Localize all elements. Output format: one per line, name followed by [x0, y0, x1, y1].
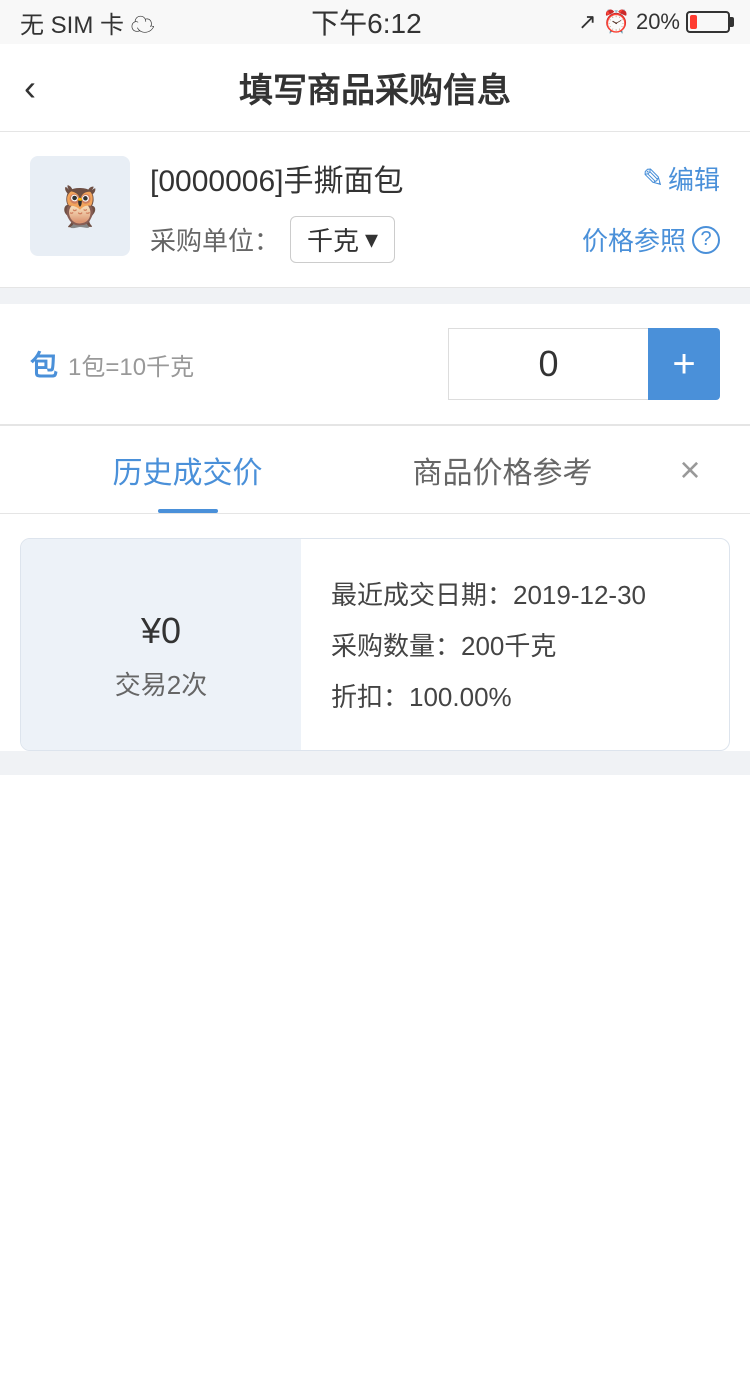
edit-label: 编辑 [668, 160, 720, 197]
help-icon: ? [692, 226, 720, 254]
product-logo-icon: 🦉 [55, 183, 105, 230]
unit-value: 千克 [307, 221, 359, 258]
section-divider [0, 288, 750, 304]
unit-label: 采购单位： [150, 221, 280, 258]
product-header: [0000006]手撕面包 ✎ 编辑 [150, 156, 720, 200]
quantity-input[interactable]: 0 [448, 328, 648, 400]
bottom-panel: 历史成交价 商品价格参考 × ¥0 交易2次 最近成交日期：2019-12-30… [0, 425, 750, 751]
unit-icon-label: 包 [30, 344, 58, 384]
unit-sub-label: 1包=10千克 [68, 347, 194, 382]
purchase-qty-row: 采购数量：200千克 [331, 626, 699, 663]
quantity-label-group: 包 1包=10千克 [30, 344, 194, 384]
discount-value: 100.00% [409, 682, 512, 712]
location-icon: ↗ [578, 9, 596, 35]
product-card: 🦉 [0000006]手撕面包 ✎ 编辑 采购单位： 千克 ▾ 价格参照 ? [0, 132, 750, 288]
recent-date-label: 最近成交日期： [331, 580, 513, 610]
dropdown-chevron-icon: ▾ [365, 224, 378, 255]
quantity-plus-button[interactable]: + [648, 328, 720, 400]
status-time: 下午6:12 [311, 2, 422, 42]
product-unit-row: 采购单位： 千克 ▾ 价格参照 ? [150, 216, 720, 263]
tab-history-label: 历史成交价 [113, 448, 263, 492]
alarm-icon: ⏰ [603, 9, 630, 35]
tab-history-price[interactable]: 历史成交价 [30, 426, 345, 513]
tab-active-indicator [158, 509, 218, 513]
history-price-section: ¥0 交易2次 [21, 539, 301, 750]
purchase-qty-value: 200千克 [461, 631, 556, 661]
price-symbol: ¥ [141, 610, 161, 651]
product-thumbnail: 🦉 [30, 156, 130, 256]
discount-row: 折扣：100.00% [331, 677, 699, 714]
status-right: ↗ ⏰ 20% [578, 9, 730, 35]
quantity-row: 包 1包=10千克 0 + [0, 304, 750, 425]
sim-label: 无 SIM 卡 ☁ [20, 5, 155, 40]
unit-select-dropdown[interactable]: 千克 ▾ [290, 216, 395, 263]
product-name: [0000006]手撕面包 [150, 156, 403, 200]
battery-percent: 20% [636, 9, 680, 35]
recent-date-row: 最近成交日期：2019-12-30 [331, 575, 699, 612]
history-detail-section: 最近成交日期：2019-12-30 采购数量：200千克 折扣：100.00% [301, 539, 729, 750]
quantity-input-group: 0 + [448, 328, 720, 400]
discount-label: 折扣： [331, 682, 409, 712]
nav-bar: ‹ 填写商品采购信息 [0, 44, 750, 132]
price-ref-button[interactable]: 价格参照 ? [582, 221, 720, 258]
back-button[interactable]: ‹ [24, 67, 36, 109]
history-price-display: ¥0 [141, 588, 181, 657]
tab-product-price[interactable]: 商品价格参考 [345, 426, 660, 513]
product-info: [0000006]手撕面包 ✎ 编辑 采购单位： 千克 ▾ 价格参照 ? [150, 156, 720, 263]
status-left: 无 SIM 卡 ☁ [20, 5, 155, 40]
page-fill [0, 775, 750, 1375]
purchase-qty-label: 采购数量： [331, 631, 461, 661]
recent-date-value: 2019-12-30 [513, 580, 646, 610]
status-bar: 无 SIM 卡 ☁ 下午6:12 ↗ ⏰ 20% [0, 0, 750, 44]
close-panel-button[interactable]: × [660, 440, 720, 500]
price-ref-label: 价格参照 [582, 221, 686, 258]
tab-product-label: 商品价格参考 [413, 448, 593, 492]
edit-button[interactable]: ✎ 编辑 [642, 160, 720, 197]
trade-count: 交易2次 [115, 665, 207, 702]
battery-icon [686, 11, 730, 33]
price-value: 0 [161, 610, 181, 651]
page-title: 填写商品采购信息 [239, 63, 511, 112]
history-card: ¥0 交易2次 最近成交日期：2019-12-30 采购数量：200千克 折扣：… [20, 538, 730, 751]
tabs-bar: 历史成交价 商品价格参考 × [0, 426, 750, 514]
edit-icon: ✎ [642, 163, 664, 194]
unit-selector-group: 采购单位： 千克 ▾ [150, 216, 395, 263]
